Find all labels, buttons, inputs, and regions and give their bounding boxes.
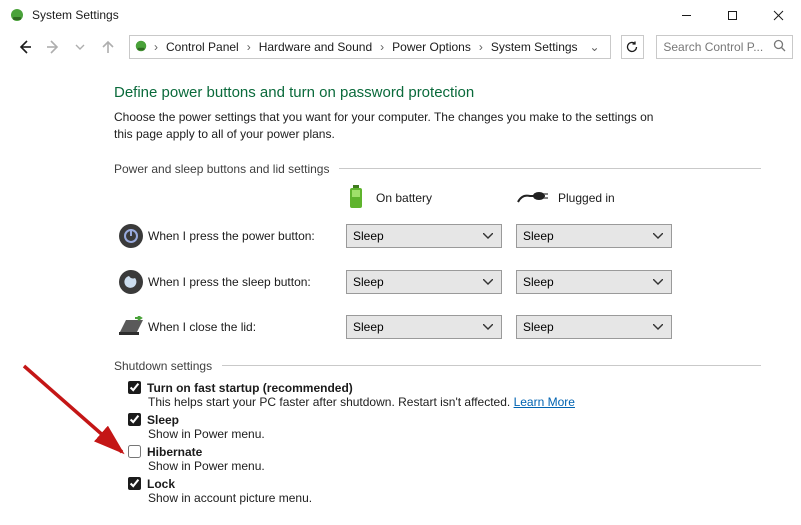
lid-plugged-combo[interactable]: Sleep [516, 315, 672, 339]
content-area: Define power buttons and turn on passwor… [0, 64, 801, 519]
group-header-label: Shutdown settings [114, 359, 212, 373]
chevron-right-icon[interactable]: › [245, 40, 253, 54]
breadcrumb-item[interactable]: Control Panel [162, 40, 243, 54]
power-options-icon [134, 39, 150, 55]
shutdown-item-fast-startup: Turn on fast startup (recommended) This … [128, 381, 761, 409]
checkbox-label: Turn on fast startup (recommended) [147, 381, 353, 395]
shutdown-item-lock: Lock Show in account picture menu. [128, 477, 761, 505]
refresh-button[interactable] [621, 35, 645, 59]
recent-locations-button[interactable] [70, 36, 92, 58]
checkbox-label: Sleep [147, 413, 179, 427]
chevron-right-icon[interactable]: › [378, 40, 386, 54]
row-close-lid: When I close the lid: Sleep Sleep [114, 315, 761, 339]
search-placeholder: Search Control P... [663, 40, 767, 54]
address-bar: › Control Panel › Hardware and Sound › P… [0, 30, 801, 64]
group-header-shutdown: Shutdown settings [114, 359, 761, 373]
search-input[interactable]: Search Control P... [656, 35, 793, 59]
checkbox-sub: This helps start your PC faster after sh… [148, 395, 514, 409]
chevron-down-icon[interactable]: ⌄ [584, 40, 606, 54]
page-title: Define power buttons and turn on passwor… [114, 84, 761, 101]
checkbox-sub: Show in account picture menu. [148, 491, 761, 505]
page-description: Choose the power settings that you want … [114, 109, 674, 144]
column-headers: On battery Plugged in [114, 184, 761, 213]
row-sleep-button: When I press the sleep button: Sleep Sle… [114, 269, 761, 295]
titlebar: System Settings [0, 0, 801, 30]
row-label: When I close the lid: [148, 320, 346, 334]
group-header-label: Power and sleep buttons and lid settings [114, 162, 329, 176]
maximize-button[interactable] [709, 0, 755, 30]
column-battery-label: On battery [376, 191, 432, 205]
sleep-button-plugged-combo[interactable]: Sleep [516, 270, 672, 294]
minimize-button[interactable] [663, 0, 709, 30]
checkbox-label: Hibernate [147, 445, 202, 459]
shutdown-item-hibernate: Hibernate Show in Power menu. [128, 445, 761, 473]
checkbox-label: Lock [147, 477, 175, 491]
up-button[interactable] [97, 36, 119, 58]
column-plugged-label: Plugged in [558, 191, 615, 205]
power-options-icon [8, 6, 26, 24]
checkbox-sub: Show in Power menu. [148, 459, 761, 473]
back-button[interactable] [14, 36, 36, 58]
chevron-right-icon[interactable]: › [477, 40, 485, 54]
shutdown-item-sleep: Sleep Show in Power menu. [128, 413, 761, 441]
sleep-checkbox[interactable] [128, 413, 141, 426]
fast-startup-checkbox[interactable] [128, 381, 141, 394]
group-header-buttons-lid: Power and sleep buttons and lid settings [114, 162, 761, 176]
row-power-button: When I press the power button: Sleep Sle… [114, 223, 761, 249]
row-label: When I press the sleep button: [148, 275, 346, 289]
plug-icon [516, 188, 548, 209]
battery-icon [346, 184, 366, 213]
power-button-battery-combo[interactable]: Sleep [346, 224, 502, 248]
lock-checkbox[interactable] [128, 477, 141, 490]
breadcrumb-item[interactable]: Power Options [388, 40, 475, 54]
breadcrumb-item[interactable]: Hardware and Sound [255, 40, 376, 54]
hibernate-checkbox[interactable] [128, 445, 141, 458]
row-label: When I press the power button: [148, 229, 346, 243]
power-button-plugged-combo[interactable]: Sleep [516, 224, 672, 248]
close-button[interactable] [755, 0, 801, 30]
window-title: System Settings [32, 8, 119, 22]
chevron-right-icon[interactable]: › [152, 40, 160, 54]
sleep-button-battery-combo[interactable]: Sleep [346, 270, 502, 294]
checkbox-sub: Show in Power menu. [148, 427, 761, 441]
divider [222, 365, 761, 366]
breadcrumb[interactable]: › Control Panel › Hardware and Sound › P… [129, 35, 611, 59]
lid-battery-combo[interactable]: Sleep [346, 315, 502, 339]
forward-button[interactable] [42, 36, 64, 58]
lid-icon [114, 316, 148, 338]
learn-more-link[interactable]: Learn More [514, 395, 575, 409]
power-button-icon [114, 223, 148, 249]
search-icon [773, 39, 786, 55]
sleep-button-icon [114, 269, 148, 295]
breadcrumb-item[interactable]: System Settings [487, 40, 582, 54]
divider [339, 168, 761, 169]
